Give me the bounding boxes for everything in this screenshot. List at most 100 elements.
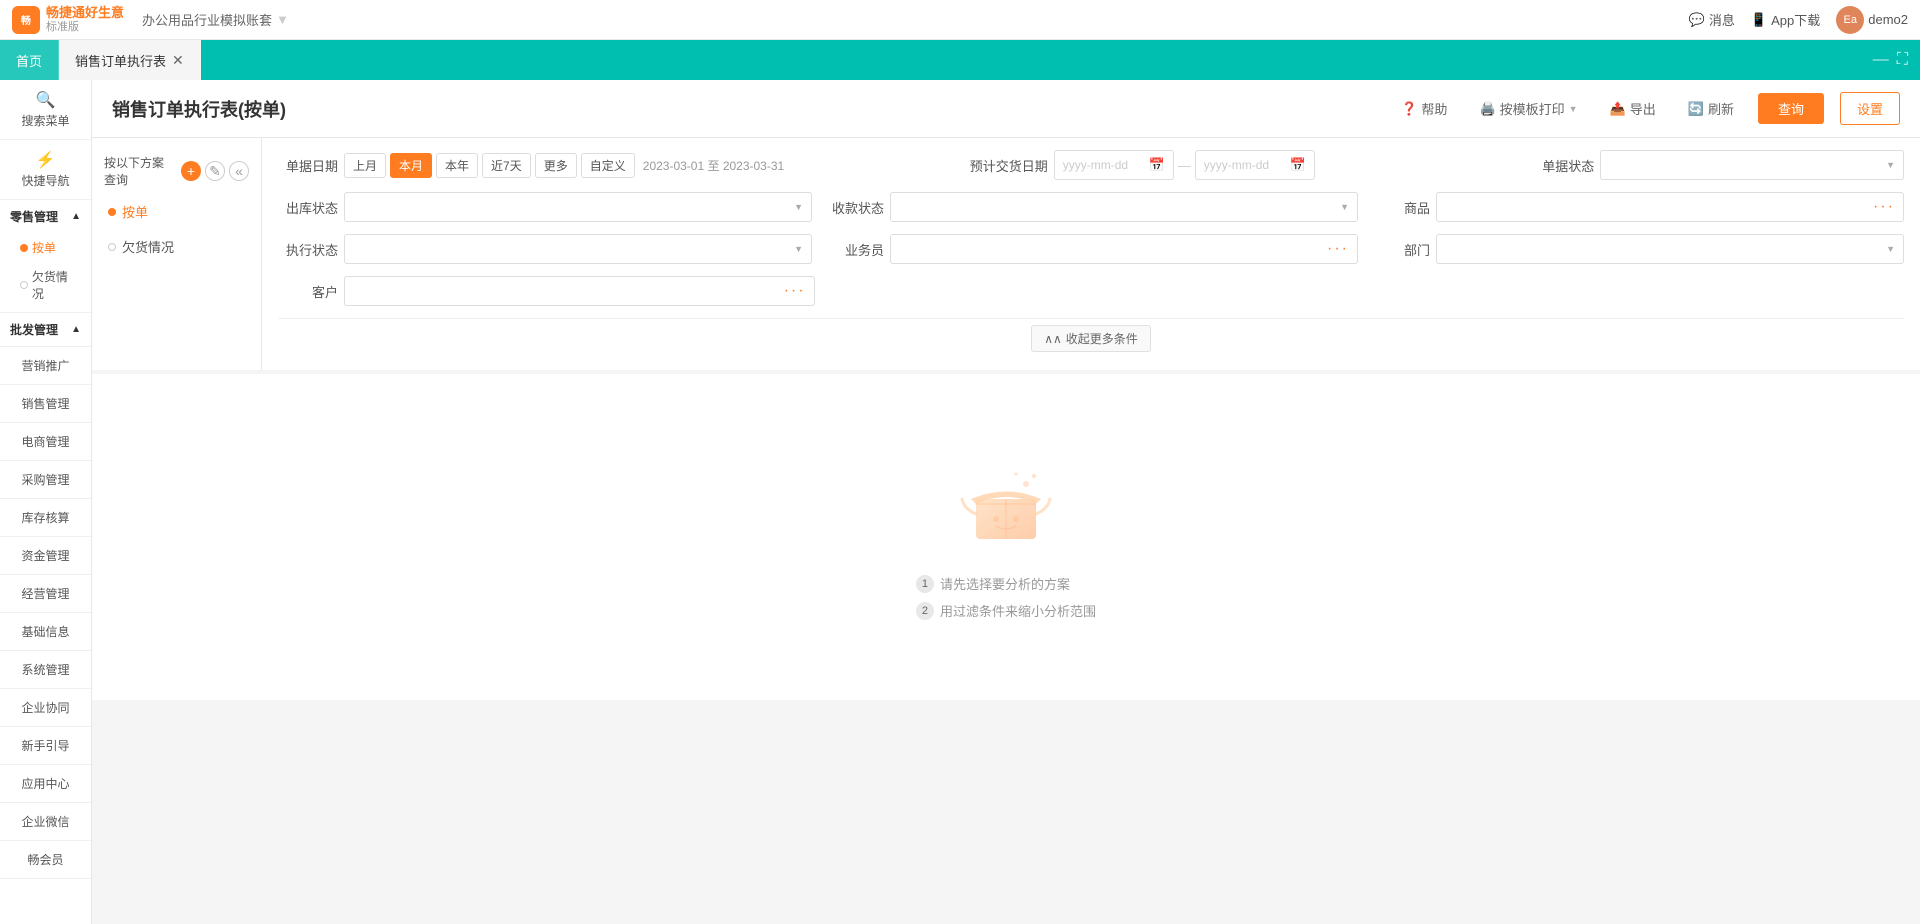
filter-field-salesperson: 业务员 ··· <box>824 234 1358 264</box>
sidebar-item-finance[interactable]: 资金管理 <box>0 537 91 575</box>
by-order-dot <box>20 244 28 252</box>
message-button[interactable]: 💬 消息 <box>1689 10 1735 29</box>
date-btn-7days[interactable]: 近7天 <box>482 153 531 178</box>
help-button[interactable]: ❓ 帮助 <box>1393 95 1455 122</box>
settings-button[interactable]: 设置 <box>1840 92 1900 125</box>
filter-field-dept: 部门 ▼ <box>1370 234 1904 264</box>
filter-option-owe-goods[interactable]: 欠货情况 <box>92 229 261 264</box>
sidebar-purchase-label: 采购管理 <box>21 471 69 488</box>
filter-edit-button[interactable]: ✎ <box>205 161 225 181</box>
sidebar-item-sales-mgmt[interactable]: 销售管理 <box>0 385 91 423</box>
tab-minimize-icon[interactable]: — <box>1873 51 1889 69</box>
filter-field-expected-date: 预计交货日期 yyyy-mm-dd 📅 — yyyy-mm-dd 📅 <box>968 150 1523 180</box>
sidebar-group-wholesale: 批发管理 ▲ <box>0 313 91 347</box>
sidebar-group-retail: 零售管理 ▲ 按单 欠货情况 <box>0 200 91 313</box>
expected-date-to[interactable]: yyyy-mm-dd 📅 <box>1195 150 1315 180</box>
collect-status-label: 收款状态 <box>824 198 884 217</box>
top-header: 畅 畅捷通好生意 标准版 办公用品行业模拟账套 ▼ 💬 消息 📱 App下载 E… <box>0 0 1920 40</box>
sidebar-item-ecommerce[interactable]: 电商管理 <box>0 423 91 461</box>
sidebar-ops-label: 经营管理 <box>21 585 69 602</box>
sidebar-item-newbie[interactable]: 新手引导 <box>0 727 91 765</box>
expected-date-from[interactable]: yyyy-mm-dd 📅 <box>1054 150 1174 180</box>
print-label: 按模板打印 <box>1500 99 1565 118</box>
date-btn-last-month[interactable]: 上月 <box>344 153 386 178</box>
app-name: 畅捷通好生意 <box>46 5 124 21</box>
logo-text: 畅捷通好生意 标准版 <box>46 5 124 34</box>
collapse-button[interactable]: ∧∧ 收起更多条件 <box>1031 325 1151 352</box>
tab-sales-exec-label: 销售订单执行表 <box>75 51 166 70</box>
print-button[interactable]: 🖨️ 按模板打印 ▼ <box>1471 95 1585 122</box>
expected-date-from-placeholder: yyyy-mm-dd <box>1063 158 1128 172</box>
sidebar-item-wechat[interactable]: 企业微信 <box>0 803 91 841</box>
filter-sidebar: 按以下方案查询 + ✎ « 按单 <box>92 138 262 370</box>
customer-select[interactable]: ··· <box>344 276 815 306</box>
sidebar-item-appstore[interactable]: 应用中心 <box>0 765 91 803</box>
tab-home-label: 首页 <box>16 51 42 70</box>
print-dropdown-icon: ▼ <box>1569 104 1578 114</box>
sidebar-item-marketing[interactable]: 营销推广 <box>0 347 91 385</box>
date-btn-current-month[interactable]: 本月 <box>390 153 432 178</box>
sidebar-item-inventory[interactable]: 库存核算 <box>0 499 91 537</box>
customer-more-icon: ··· <box>784 282 806 300</box>
sidebar-retail-arrow-icon: ▲ <box>71 211 81 222</box>
sidebar-item-system[interactable]: 系统管理 <box>0 651 91 689</box>
collect-status-select[interactable]: ▼ <box>890 192 1358 222</box>
collapse-row: ∧∧ 收起更多条件 <box>278 318 1904 358</box>
date-btn-custom[interactable]: 自定义 <box>581 153 635 178</box>
sidebar-item-ops[interactable]: 经营管理 <box>0 575 91 613</box>
refresh-icon: 🔄 <box>1688 101 1704 117</box>
export-button[interactable]: 📤 导出 <box>1602 95 1664 122</box>
filter-by-order-dot <box>108 208 116 216</box>
date-quick-options: 上月 本月 本年 近7天 更多 自定义 2023-03-01 至 2023-03… <box>344 153 956 178</box>
tab-maximize-icon[interactable]: ⛶ <box>1897 51 1908 69</box>
sidebar-sub-item-by-order[interactable]: 按单 <box>0 233 91 262</box>
user-profile[interactable]: Ea demo2 <box>1836 6 1908 34</box>
sidebar-item-search[interactable]: 🔍 搜索菜单 <box>0 80 91 140</box>
dept-chevron-icon: ▼ <box>1886 244 1895 254</box>
sidebar-sub-item-owe-goods[interactable]: 欠货情况 <box>0 262 91 308</box>
filter-edit-icon: ✎ <box>209 163 221 180</box>
customer-label: 客户 <box>278 282 338 301</box>
sidebar-item-quick-nav[interactable]: ⚡ 快捷导航 <box>0 140 91 200</box>
sidebar-item-enterprise[interactable]: 企业协同 <box>0 689 91 727</box>
sidebar-wechat-label: 企业微信 <box>21 813 69 830</box>
salesperson-more-icon: ··· <box>1327 240 1349 258</box>
sidebar-appstore-label: 应用中心 <box>21 775 69 792</box>
sidebar-group-wholesale-header[interactable]: 批发管理 ▲ <box>0 313 91 346</box>
tip-num-1: 1 <box>916 575 934 593</box>
goods-select[interactable]: ··· <box>1436 192 1904 222</box>
ship-status-select[interactable]: ▼ <box>344 192 812 222</box>
sidebar-group-retail-header[interactable]: 零售管理 ▲ <box>0 200 91 233</box>
tab-sales-exec[interactable]: 销售订单执行表 ✕ <box>59 40 201 80</box>
filter-collapse-button[interactable]: « <box>229 161 249 181</box>
app-download-icon: 📱 <box>1751 12 1767 28</box>
salesperson-select[interactable]: ··· <box>890 234 1358 264</box>
tab-close-icon[interactable]: ✕ <box>172 53 184 67</box>
date-range-display: 2023-03-01 至 2023-03-31 <box>643 157 784 174</box>
dept-select[interactable]: ▼ <box>1436 234 1904 264</box>
query-button[interactable]: 查询 <box>1758 93 1824 124</box>
salesperson-label: 业务员 <box>824 240 884 259</box>
filter-option-by-order[interactable]: 按单 <box>92 194 261 229</box>
sidebar-item-member[interactable]: 畅会员 <box>0 841 91 879</box>
sidebar-item-basic[interactable]: 基础信息 <box>0 613 91 651</box>
sidebar-item-purchase[interactable]: 采购管理 <box>0 461 91 499</box>
owe-dot <box>20 281 28 289</box>
date-btn-more[interactable]: 更多 <box>535 153 577 178</box>
date-btn-current-year[interactable]: 本年 <box>436 153 478 178</box>
page-header-actions: ❓ 帮助 🖨️ 按模板打印 ▼ 📤 导出 🔄 刷新 查询 设置 <box>1393 92 1900 125</box>
app-download-button[interactable]: 📱 App下载 <box>1751 10 1820 29</box>
doc-status-select[interactable]: ▼ <box>1600 150 1904 180</box>
filter-add-button[interactable]: + <box>181 161 201 181</box>
logo-icon: 畅 <box>12 6 40 34</box>
exec-status-select[interactable]: ▼ <box>344 234 812 264</box>
sidebar-basic-label: 基础信息 <box>21 623 69 640</box>
tab-home[interactable]: 首页 <box>0 40 59 80</box>
expected-date-to-placeholder: yyyy-mm-dd <box>1204 158 1269 172</box>
filter-sidebar-title: 按以下方案查询 <box>104 154 175 188</box>
refresh-button[interactable]: 🔄 刷新 <box>1680 95 1742 122</box>
doc-status-label: 单据状态 <box>1534 156 1594 175</box>
sidebar-newbie-label: 新手引导 <box>21 737 69 754</box>
empty-state: 1 请先选择要分析的方案 2 用过滤条件来缩小分析范围 <box>92 374 1920 700</box>
date-separator: — <box>1178 158 1191 173</box>
